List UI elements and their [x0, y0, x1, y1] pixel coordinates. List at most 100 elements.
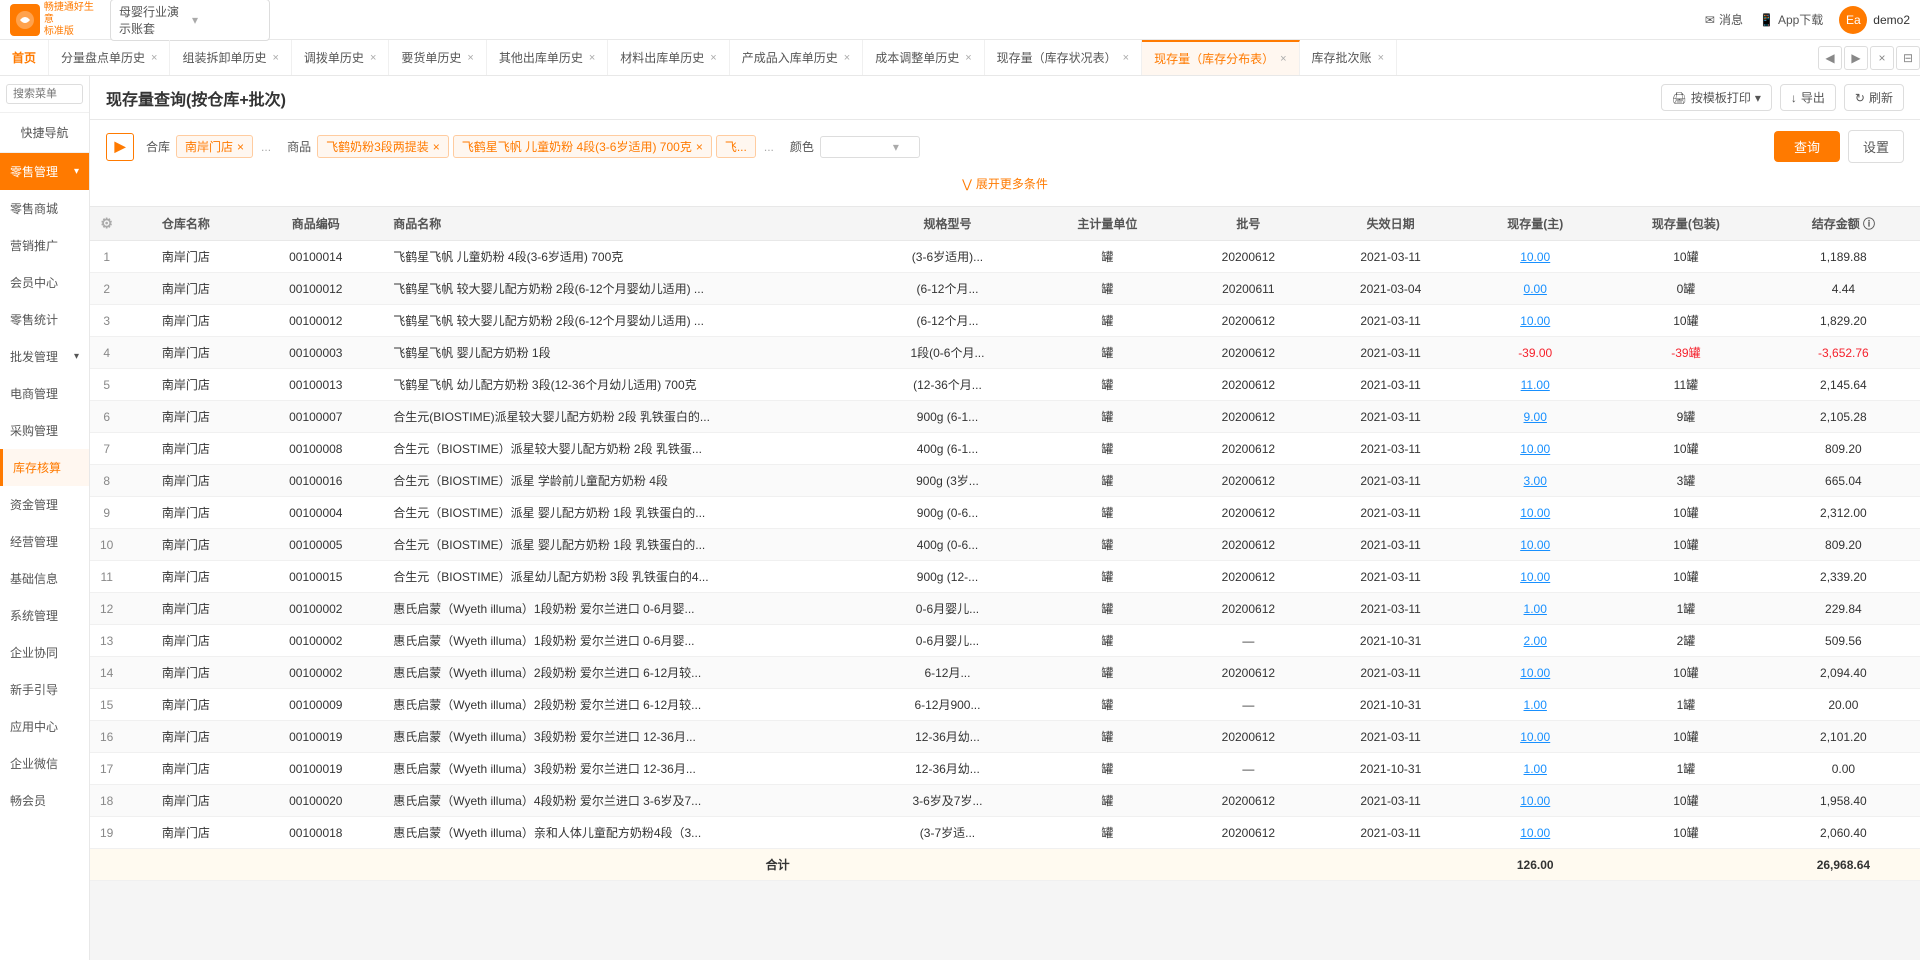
- menu-item-retail-mgmt[interactable]: 零售管理 ▾: [0, 153, 89, 190]
- tab-close[interactable]: ×: [965, 52, 971, 64]
- print-btn[interactable]: 🖨 按模板打印 ▾: [1661, 84, 1772, 111]
- cell-spec: 400g (0-6...: [861, 529, 1034, 561]
- tab-out-other[interactable]: 其他出库单历史 ×: [487, 40, 608, 76]
- cell-qty-pkg: 0罐: [1605, 273, 1767, 305]
- menu-item-retail-mall[interactable]: 零售商城: [0, 190, 89, 227]
- org-selector[interactable]: 母婴行业演示账套 ▾: [110, 0, 270, 41]
- cell-code: 00100020: [248, 785, 383, 817]
- tab-close[interactable]: ×: [710, 52, 716, 64]
- table-row: 5 南岸门店 00100013 飞鹤星飞帆 幼儿配方奶粉 3段(12-36个月幼…: [90, 369, 1920, 401]
- menu-item-app-center[interactable]: 应用中心: [0, 708, 89, 745]
- tab-close[interactable]: ×: [1280, 53, 1286, 65]
- cell-qty-main: 2.00: [1465, 625, 1605, 657]
- th-batch: 批号: [1181, 207, 1316, 241]
- tab-batch-account[interactable]: 库存批次账 ×: [1300, 40, 1397, 76]
- warehouse-tag-close[interactable]: ×: [237, 140, 244, 154]
- menu-item-guide[interactable]: 新手引导: [0, 671, 89, 708]
- search-input[interactable]: [6, 84, 83, 104]
- refresh-btn[interactable]: ↻ 刷新: [1844, 84, 1904, 111]
- cell-name: 惠氏启蒙（Wyeth illuma）3段奶粉 爱尔兰进口 12-36月...: [383, 753, 861, 785]
- user-info[interactable]: Ea demo2: [1839, 6, 1910, 34]
- tab-inventory-split[interactable]: 分量盘点单历史 ×: [49, 40, 170, 76]
- expand-more-btn[interactable]: ⋁ 展开更多条件: [962, 171, 1048, 196]
- menu-item-ecommerce[interactable]: 电商管理: [0, 375, 89, 412]
- menu-item-wechat[interactable]: 企业微信: [0, 745, 89, 782]
- tab-assembly[interactable]: 组装拆卸单历史 ×: [170, 40, 291, 76]
- tab-stock-status[interactable]: 现存量（库存状况表） ×: [985, 40, 1142, 76]
- top-bar: 畅捷通好生意 标准版 母婴行业演示账套 ▾ ✉ 消息 📱 App下载 Ea de…: [0, 0, 1920, 40]
- message-btn[interactable]: ✉ 消息: [1705, 11, 1743, 28]
- menu-item-system[interactable]: 系统管理: [0, 597, 89, 634]
- menu-item-basic-info[interactable]: 基础信息: [0, 560, 89, 597]
- cell-num: 1: [90, 241, 123, 273]
- tab-close[interactable]: ×: [272, 52, 278, 64]
- menu-item-operations[interactable]: 经营管理: [0, 523, 89, 560]
- cell-expire: 2021-03-11: [1316, 401, 1466, 433]
- cell-batch: 20200612: [1181, 241, 1316, 273]
- tab-close[interactable]: ×: [1123, 52, 1129, 64]
- cell-spec: (6-12个月...: [861, 273, 1034, 305]
- cell-qty-pkg: 10罐: [1605, 785, 1767, 817]
- menu-item-marketing[interactable]: 营销推广: [0, 227, 89, 264]
- product-more[interactable]: ...: [760, 140, 778, 154]
- tab-close[interactable]: ×: [151, 52, 157, 64]
- tab-close[interactable]: ×: [467, 52, 473, 64]
- menu-item-finance[interactable]: 资金管理: [0, 486, 89, 523]
- menu-item-member2[interactable]: 畅会员: [0, 782, 89, 819]
- quick-nav-item[interactable]: 快捷导航: [8, 119, 81, 146]
- cell-expire: 2021-03-11: [1316, 497, 1466, 529]
- cell-code: 00100002: [248, 657, 383, 689]
- cell-name: 飞鹤星飞帆 较大婴儿配方奶粉 2段(6-12个月婴幼儿适用) ...: [383, 305, 861, 337]
- app-download-btn[interactable]: 📱 App下载: [1759, 11, 1823, 28]
- cell-unit: 罐: [1034, 721, 1181, 753]
- menu-item-enterprise[interactable]: 企业协同: [0, 634, 89, 671]
- menu-item-inventory[interactable]: 库存核算: [0, 449, 89, 486]
- menu-item-member[interactable]: 会员中心: [0, 264, 89, 301]
- filter-expand-btn[interactable]: ▶: [106, 133, 134, 161]
- cell-expire: 2021-03-11: [1316, 433, 1466, 465]
- tab-home[interactable]: 首页: [0, 40, 49, 76]
- tab-close[interactable]: ×: [1378, 52, 1384, 64]
- settings-btn[interactable]: 设置: [1848, 130, 1904, 163]
- settings-icon[interactable]: ⚙: [100, 215, 113, 231]
- cell-code: 00100005: [248, 529, 383, 561]
- tab-cost-adjust[interactable]: 成本调整单历史 ×: [863, 40, 984, 76]
- nav-close-btn[interactable]: ×: [1870, 46, 1894, 70]
- cell-num: 7: [90, 433, 123, 465]
- cell-code: 00100008: [248, 433, 383, 465]
- cell-code: 00100004: [248, 497, 383, 529]
- cell-spec: 900g (0-6...: [861, 497, 1034, 529]
- th-name: 商品名称: [383, 207, 861, 241]
- product-tag-2-close[interactable]: ×: [696, 140, 703, 154]
- nav-prev-btn[interactable]: ◀: [1818, 46, 1842, 70]
- nav-menu-btn[interactable]: ⊟: [1896, 46, 1920, 70]
- tab-close[interactable]: ×: [844, 52, 850, 64]
- cell-qty-main: 10.00: [1465, 305, 1605, 337]
- message-icon: ✉: [1705, 13, 1715, 27]
- nav-next-btn[interactable]: ▶: [1844, 46, 1868, 70]
- menu-item-wholesale[interactable]: 批发管理 ▾: [0, 338, 89, 375]
- tab-close[interactable]: ×: [589, 52, 595, 64]
- cell-amount: 0.00: [1767, 753, 1920, 785]
- cell-unit: 罐: [1034, 817, 1181, 849]
- cell-qty-main: 10.00: [1465, 721, 1605, 753]
- query-btn[interactable]: 查询: [1774, 131, 1840, 162]
- tab-stock-dist[interactable]: 现存量（库存分布表） ×: [1142, 40, 1299, 76]
- cell-qty-main: 10.00: [1465, 497, 1605, 529]
- tab-product-in[interactable]: 产成品入库单历史 ×: [730, 40, 863, 76]
- warehouse-more[interactable]: ...: [257, 140, 275, 154]
- tab-material-out[interactable]: 材料出库单历史 ×: [608, 40, 729, 76]
- tab-order[interactable]: 要货单历史 ×: [389, 40, 486, 76]
- export-btn[interactable]: ↓ 导出: [1780, 84, 1836, 111]
- cell-spec: (12-36个月...: [861, 369, 1034, 401]
- cell-qty-pkg: -39罐: [1605, 337, 1767, 369]
- cell-batch: —: [1181, 753, 1316, 785]
- tab-transfer[interactable]: 调拨单历史 ×: [292, 40, 389, 76]
- menu-item-retail-stats[interactable]: 零售统计: [0, 301, 89, 338]
- product-tag-1-close[interactable]: ×: [433, 140, 440, 154]
- tab-close[interactable]: ×: [370, 52, 376, 64]
- cell-qty-pkg: 10罐: [1605, 657, 1767, 689]
- menu-item-purchase[interactable]: 采购管理: [0, 412, 89, 449]
- cell-qty-pkg: 10罐: [1605, 241, 1767, 273]
- color-dropdown[interactable]: ▾: [820, 136, 920, 158]
